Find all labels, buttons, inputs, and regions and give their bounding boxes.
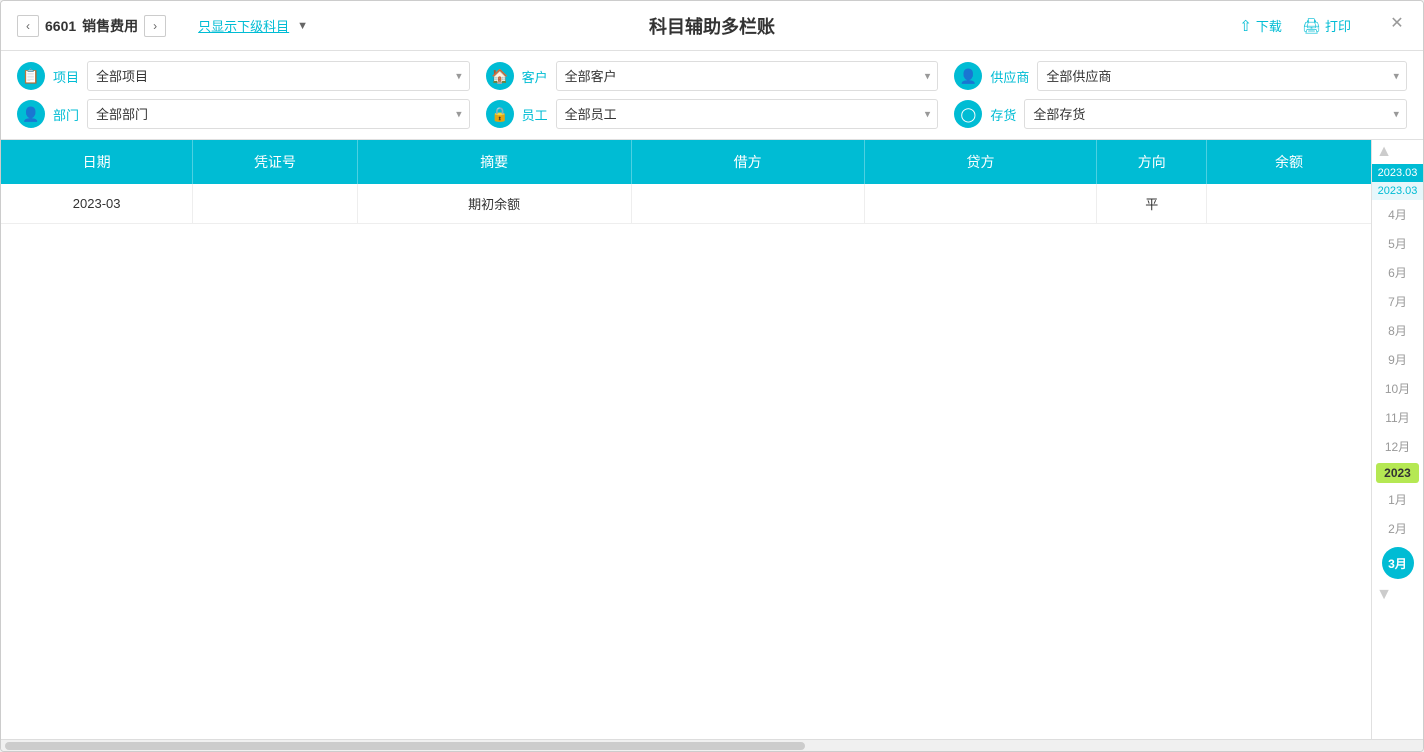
- account-name: 销售费用: [82, 16, 138, 36]
- page-title: 科目辅助多栏账: [649, 13, 775, 39]
- employee-select-wrapper: 全部员工: [556, 99, 939, 129]
- account-code: 6601: [45, 18, 76, 34]
- period-label-1[interactable]: 2023.03: [1372, 164, 1423, 182]
- customer-select[interactable]: 全部客户: [556, 61, 939, 91]
- title-bar-left: ‹ 6601 销售费用 › 只显示下级科目 ▼: [17, 15, 308, 37]
- department-icon: 👤: [17, 100, 45, 128]
- filter-bar: 📋 项目 全部项目 🏠 客户 全部客户 👤 供应商 全部供应商: [1, 51, 1423, 140]
- customer-select-wrapper: 全部客户: [556, 61, 939, 91]
- main-window: ‹ 6601 销售费用 › 只显示下级科目 ▼ 科目辅助多栏账 ⇧ 下载 🖨 打…: [0, 0, 1424, 752]
- title-bar-right: ⇧ 下载 🖨 打印: [1239, 16, 1407, 35]
- supplier-select[interactable]: 全部供应商: [1037, 61, 1407, 91]
- show-sub-accounts-label[interactable]: 只显示下级科目: [198, 16, 289, 35]
- download-button[interactable]: ⇧ 下载: [1239, 16, 1282, 35]
- supplier-filter-row: 👤 供应商 全部供应商: [954, 61, 1407, 91]
- table-area[interactable]: 日期 凭证号 摘要 借方 贷方 方向 余额 2023-03 期初余额: [1, 140, 1371, 739]
- main-content: 日期 凭证号 摘要 借方 贷方 方向 余额 2023-03 期初余额: [1, 140, 1423, 739]
- customer-icon: 🏠: [486, 62, 514, 90]
- month-item-8[interactable]: 8月: [1372, 316, 1423, 345]
- inventory-icon: ◯: [954, 100, 982, 128]
- month-item-7[interactable]: 7月: [1372, 287, 1423, 316]
- next-account-button[interactable]: ›: [144, 15, 166, 37]
- department-label: 部门: [53, 105, 79, 124]
- show-sub-dropdown-arrow[interactable]: ▼: [297, 20, 308, 32]
- period-label-2[interactable]: 2023.03: [1372, 182, 1423, 200]
- col-summary: 摘要: [357, 140, 631, 184]
- table-header-row: 日期 凭证号 摘要 借方 贷方 方向 余额: [1, 140, 1371, 184]
- employee-filter-row: 🔒 员工 全部员工: [486, 99, 939, 129]
- year-badge[interactable]: 2023: [1376, 463, 1419, 483]
- month-item-5[interactable]: 5月: [1372, 229, 1423, 258]
- month-picker-sidebar: ▲ 2023.03 2023.03 4月 5月 6月 7月 8月 9月 10月 …: [1371, 140, 1423, 739]
- col-date: 日期: [1, 140, 193, 184]
- month-item-12[interactable]: 12月: [1372, 432, 1423, 461]
- month-item-11[interactable]: 11月: [1372, 403, 1423, 432]
- close-button[interactable]: ✕: [1387, 13, 1407, 33]
- horizontal-scrollbar[interactable]: [1, 739, 1423, 751]
- project-icon: 📋: [17, 62, 45, 90]
- employee-icon: 🔒: [486, 100, 514, 128]
- employee-label: 员工: [522, 105, 548, 124]
- project-filter-row: 📋 项目 全部项目: [17, 61, 470, 91]
- col-direction: 方向: [1097, 140, 1207, 184]
- project-label: 项目: [53, 67, 79, 86]
- ledger-table: 日期 凭证号 摘要 借方 贷方 方向 余额 2023-03 期初余额: [1, 140, 1371, 224]
- cell-debit: [631, 184, 864, 224]
- prev-account-button[interactable]: ‹: [17, 15, 39, 37]
- project-select-wrapper: 全部项目: [87, 61, 470, 91]
- cell-voucher: [193, 184, 357, 224]
- employee-select[interactable]: 全部员工: [556, 99, 939, 129]
- table-row: 2023-03 期初余额 平: [1, 184, 1371, 224]
- month-item-1[interactable]: 1月: [1372, 485, 1423, 514]
- title-bar: ‹ 6601 销售费用 › 只显示下级科目 ▼ 科目辅助多栏账 ⇧ 下载 🖨 打…: [1, 1, 1423, 51]
- department-select-wrapper: 全部部门: [87, 99, 470, 129]
- cell-balance: [1207, 184, 1371, 224]
- sidebar-down-arrow[interactable]: ▼: [1372, 583, 1396, 607]
- download-icon: ⇧: [1239, 17, 1252, 35]
- month-item-10[interactable]: 10月: [1372, 374, 1423, 403]
- month-item-2[interactable]: 2月: [1372, 514, 1423, 543]
- scrollbar-thumb[interactable]: [5, 742, 805, 750]
- customer-label: 客户: [522, 67, 548, 86]
- supplier-label: 供应商: [990, 67, 1029, 86]
- col-credit: 贷方: [864, 140, 1097, 184]
- inventory-filter-row: ◯ 存货 全部存货: [954, 99, 1407, 129]
- cell-credit: [864, 184, 1097, 224]
- customer-filter-row: 🏠 客户 全部客户: [486, 61, 939, 91]
- project-select[interactable]: 全部项目: [87, 61, 470, 91]
- inventory-select[interactable]: 全部存货: [1024, 99, 1407, 129]
- print-icon: 🖨: [1302, 17, 1321, 35]
- month-item-6[interactable]: 6月: [1372, 258, 1423, 287]
- sidebar-up-arrow[interactable]: ▲: [1372, 140, 1396, 164]
- col-balance: 余额: [1207, 140, 1371, 184]
- print-button[interactable]: 🖨 打印: [1302, 16, 1351, 35]
- cell-summary: 期初余额: [357, 184, 631, 224]
- department-select[interactable]: 全部部门: [87, 99, 470, 129]
- col-voucher: 凭证号: [193, 140, 357, 184]
- inventory-select-wrapper: 全部存货: [1024, 99, 1407, 129]
- inventory-label: 存货: [990, 105, 1016, 124]
- cell-date: 2023-03: [1, 184, 193, 224]
- supplier-icon: 👤: [954, 62, 982, 90]
- department-filter-row: 👤 部门 全部部门: [17, 99, 470, 129]
- cell-direction: 平: [1097, 184, 1207, 224]
- month-item-9[interactable]: 9月: [1372, 345, 1423, 374]
- month-item-3-active[interactable]: 3月: [1382, 547, 1414, 579]
- month-item-4[interactable]: 4月: [1372, 200, 1423, 229]
- supplier-select-wrapper: 全部供应商: [1037, 61, 1407, 91]
- col-debit: 借方: [631, 140, 864, 184]
